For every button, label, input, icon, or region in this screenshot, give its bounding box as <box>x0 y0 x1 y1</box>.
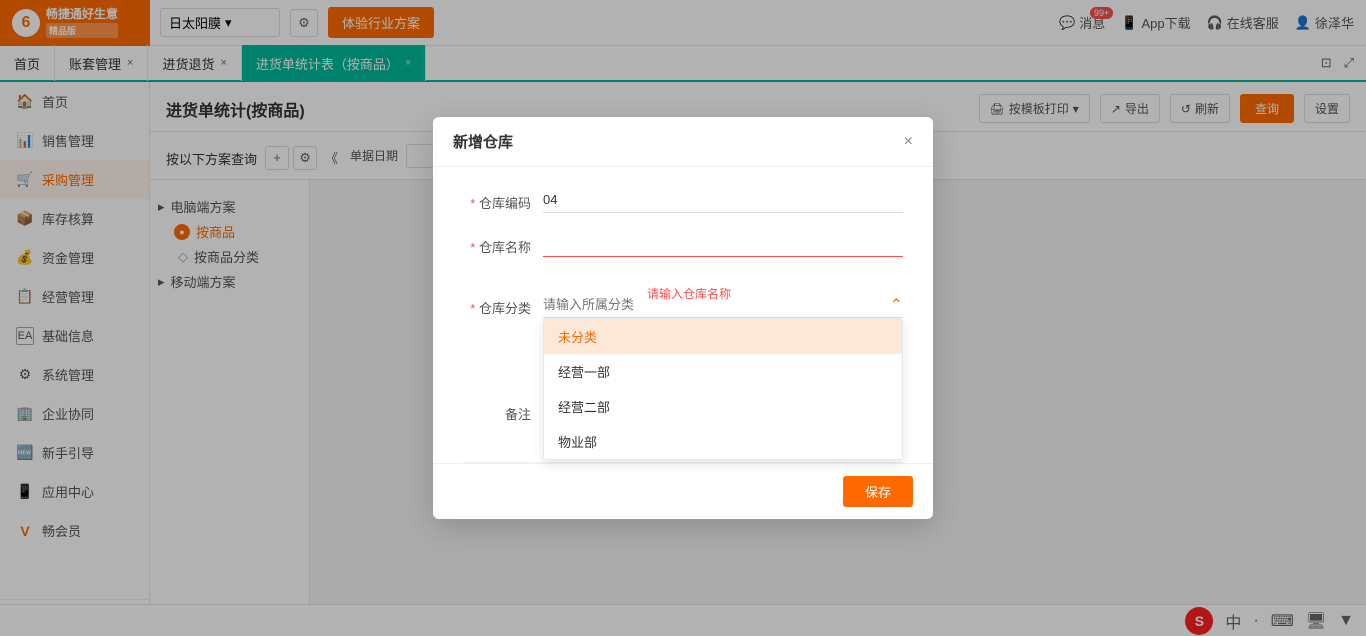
name-input[interactable] <box>543 231 903 257</box>
modal-close-button[interactable]: × <box>904 133 913 151</box>
dropdown-option-2[interactable]: 经营二部 <box>544 389 902 424</box>
category-select-wrapper: ⌃ 未分类 经营一部 经营二部 物业部 <box>543 292 903 318</box>
modal-overlay: 新增仓库 × * 仓库编码 * 仓库名称 <box>0 0 1366 636</box>
category-row: * 仓库分类 ⌃ 未分类 经营一部 经营二部 物业部 <box>463 292 903 318</box>
code-required: * <box>470 196 475 211</box>
category-dropdown: 未分类 经营一部 经营二部 物业部 <box>543 318 903 460</box>
name-row: * 仓库名称 请输入仓库名称 <box>463 231 903 274</box>
dropdown-option-0[interactable]: 未分类 <box>544 319 902 354</box>
modal-body: * 仓库编码 * 仓库名称 请输入仓库名称 * <box>433 167 933 462</box>
code-label: * 仓库编码 <box>463 187 543 212</box>
new-warehouse-modal: 新增仓库 × * 仓库编码 * 仓库名称 <box>433 117 933 519</box>
category-arrow-icon[interactable]: ⌃ <box>890 295 903 315</box>
dropdown-option-1[interactable]: 经营一部 <box>544 354 902 389</box>
dropdown-option-3[interactable]: 物业部 <box>544 424 902 459</box>
code-input[interactable] <box>543 187 903 213</box>
modal-footer: 保存 <box>433 463 933 519</box>
modal-title: 新增仓库 <box>453 131 513 152</box>
name-required: * <box>470 240 475 255</box>
save-button[interactable]: 保存 <box>843 476 913 507</box>
modal-header: 新增仓库 × <box>433 117 933 167</box>
category-required: * <box>470 301 475 316</box>
code-row: * 仓库编码 <box>463 187 903 213</box>
note-label: 备注 <box>463 398 543 423</box>
category-label: * 仓库分类 <box>463 292 543 317</box>
name-label: * 仓库名称 <box>463 231 543 256</box>
category-input[interactable] <box>543 292 903 318</box>
